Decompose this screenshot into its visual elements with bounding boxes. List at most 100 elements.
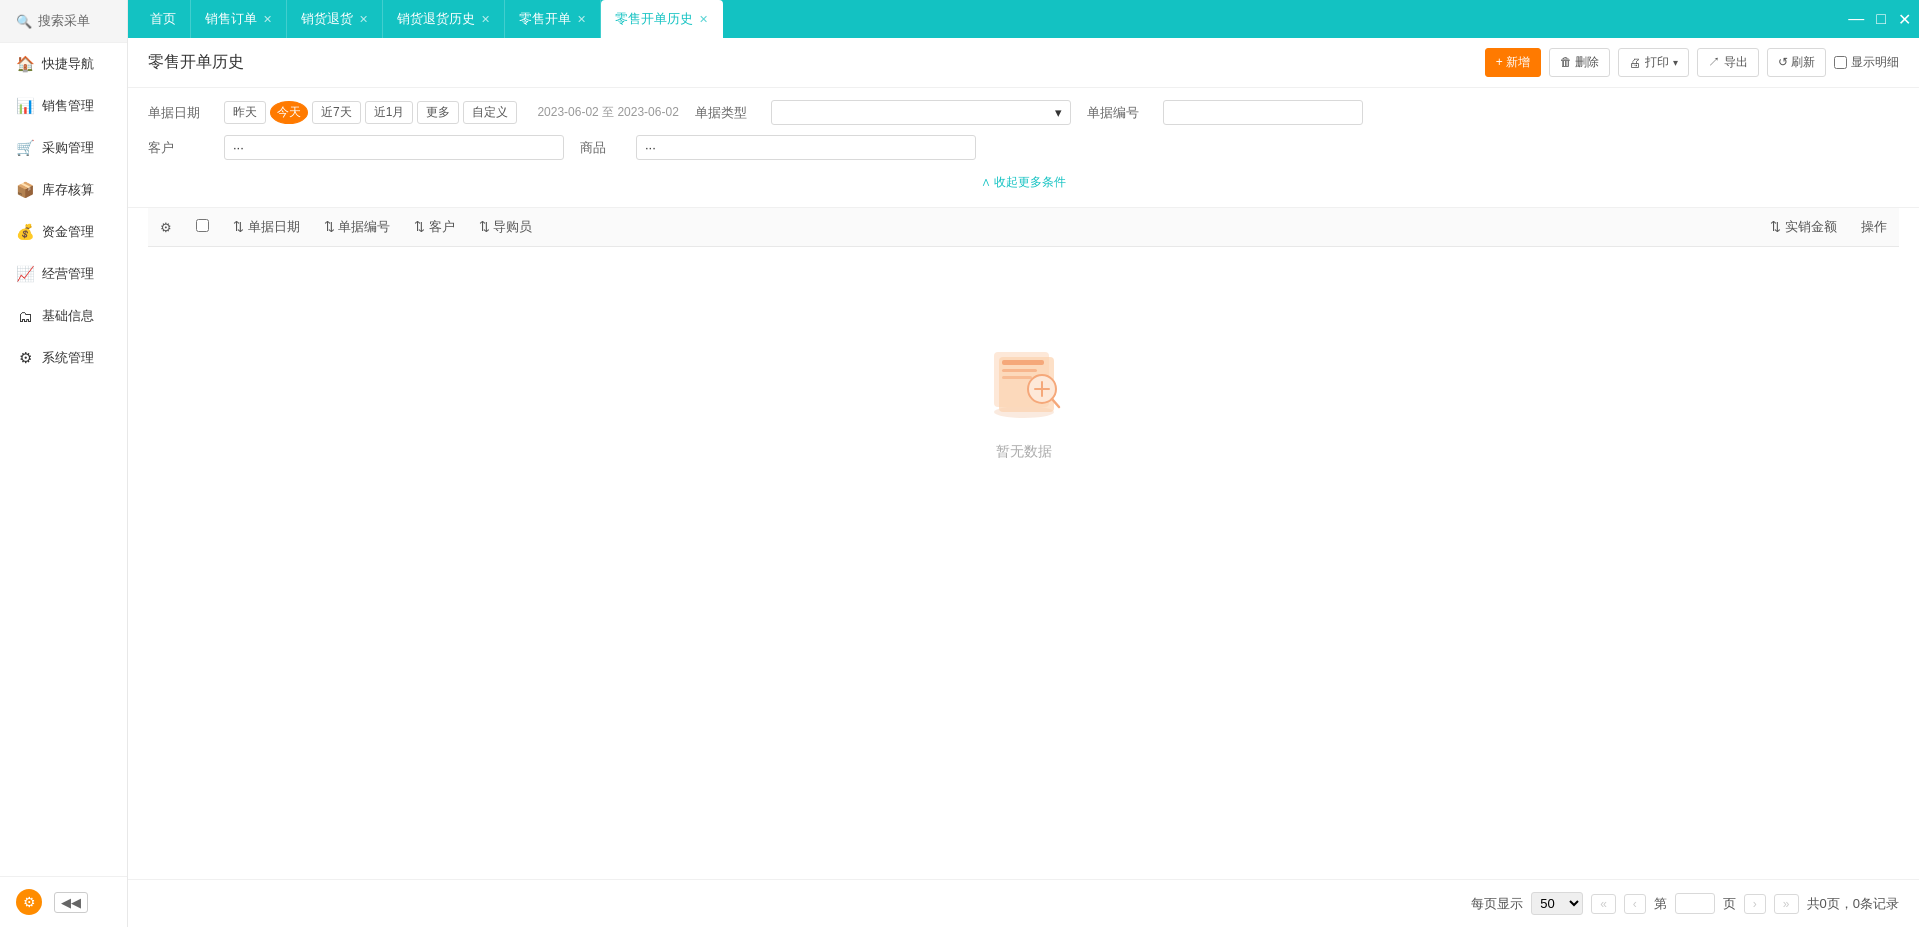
settings-icon: ⚙: [160, 220, 172, 235]
per-page-select[interactable]: 50 10 20 100: [1531, 892, 1583, 915]
product-filter-select[interactable]: ···: [636, 135, 976, 160]
select-all-checkbox[interactable]: [196, 219, 209, 232]
customer-filter-select[interactable]: ···: [224, 135, 564, 160]
sidebar-label-quick-nav: 快捷导航: [42, 55, 94, 73]
tab-label-retail-open: 零售开单: [519, 10, 571, 28]
th-settings[interactable]: ⚙: [148, 208, 184, 247]
add-button[interactable]: + 新增: [1485, 48, 1541, 77]
th-guide[interactable]: ⇅ 导购员: [467, 208, 545, 247]
tab-home[interactable]: 首页: [136, 0, 191, 38]
th-customer[interactable]: ⇅ 客户: [402, 208, 467, 247]
date-btn-自定义[interactable]: 自定义: [463, 101, 517, 124]
tab-retail-open[interactable]: 零售开单 ✕: [505, 0, 601, 38]
tab-sales-return-history[interactable]: 销货退货历史 ✕: [383, 0, 505, 38]
display-detail-checkbox-label[interactable]: 显示明细: [1834, 54, 1899, 71]
filter-row-1: 单据日期 昨天今天近7天近1月更多自定义 2023-06-02 至 2023-0…: [148, 100, 1899, 125]
sidebar-icon-sales-mgmt: 📊: [16, 97, 34, 115]
tab-close-sales-order[interactable]: ✕: [263, 13, 272, 26]
date-filter-label: 单据日期: [148, 104, 208, 122]
date-btn-更多[interactable]: 更多: [417, 101, 459, 124]
data-table: ⚙ ⇅ 单据日期 ⇅ 单据编号 ⇅ 客户: [148, 208, 1899, 247]
filter-area: 单据日期 昨天今天近7天近1月更多自定义 2023-06-02 至 2023-0…: [128, 88, 1919, 208]
collapse-filter-btn[interactable]: ∧ 收起更多条件: [981, 174, 1066, 191]
table-area: ⚙ ⇅ 单据日期 ⇅ 单据编号 ⇅ 客户: [128, 208, 1919, 879]
date-buttons: 昨天今天近7天近1月更多自定义: [224, 101, 517, 124]
product-filter-label: 商品: [580, 139, 620, 157]
sidebar-item-purchase-mgmt[interactable]: 🛒采购管理: [0, 127, 127, 169]
minimize-button[interactable]: —: [1848, 10, 1864, 28]
sidebar-item-quick-nav[interactable]: 🏠 快捷导航: [0, 43, 127, 85]
sidebar-nav: 🏠 快捷导航 📊 销售管理 🛒采购管理📦库存核算💰资金管理📈经营管理🗂基础信息⚙系统管理: [0, 43, 127, 876]
sidebar-label-finance-mgmt: 资金管理: [42, 223, 94, 241]
sidebar-label-ops-mgmt: 经营管理: [42, 265, 94, 283]
tab-sales-order[interactable]: 销售订单 ✕: [191, 0, 287, 38]
tab-close-retail-open-history[interactable]: ✕: [699, 13, 708, 26]
refresh-button[interactable]: ↺ 刷新: [1767, 48, 1826, 77]
tab-label-sales-return: 销货退货: [301, 10, 353, 28]
empty-icon: [974, 327, 1074, 427]
sidebar-item-sales-mgmt[interactable]: 📊 销售管理: [0, 85, 127, 127]
sidebar-icon-inventory: 📦: [16, 181, 34, 199]
th-order-no[interactable]: ⇅ 单据编号: [312, 208, 403, 247]
sidebar-item-sys-mgmt[interactable]: ⚙系统管理: [0, 337, 127, 379]
date-btn-近7天[interactable]: 近7天: [312, 101, 361, 124]
sidebar-icon-sys-mgmt: ⚙: [16, 349, 34, 367]
sidebar-search[interactable]: 🔍 搜索采单: [0, 0, 127, 43]
page-header: 零售开单历史 + 新增 🗑 删除 🖨 打印 ▾ ↗ 导出 ↺ 刷新 显示明细: [128, 38, 1919, 88]
th-order-no-label: ⇅ 单据编号: [324, 219, 391, 234]
tab-label-retail-open-history: 零售开单历史: [615, 10, 693, 28]
th-guide-label: ⇅ 导购员: [479, 219, 533, 234]
date-btn-今天[interactable]: 今天: [270, 101, 308, 124]
page-title: 零售开单历史: [148, 52, 244, 73]
content-area: 零售开单历史 + 新增 🗑 删除 🖨 打印 ▾ ↗ 导出 ↺ 刷新 显示明细: [128, 38, 1919, 927]
export-button[interactable]: ↗ 导出: [1697, 48, 1758, 77]
order-no-filter-label: 单据编号: [1087, 104, 1147, 122]
window-controls: — □ ✕: [1848, 10, 1911, 29]
first-page-button[interactable]: «: [1591, 894, 1616, 914]
next-page-button[interactable]: ›: [1744, 894, 1766, 914]
collapse-sidebar-button[interactable]: ◀◀: [54, 892, 88, 913]
tab-label-sales-return-history: 销货退货历史: [397, 10, 475, 28]
page-number-input[interactable]: 1: [1675, 893, 1715, 914]
tab-close-sales-return[interactable]: ✕: [359, 13, 368, 26]
page-label: 第: [1654, 895, 1667, 913]
sidebar-item-inventory[interactable]: 📦库存核算: [0, 169, 127, 211]
order-no-filter-input[interactable]: [1163, 100, 1363, 125]
sidebar-icon-purchase-mgmt: 🛒: [16, 139, 34, 157]
th-checkbox[interactable]: [184, 208, 221, 247]
print-button[interactable]: 🖨 打印 ▾: [1618, 48, 1689, 77]
sidebar: 🔍 搜索采单 🏠 快捷导航 📊 销售管理 🛒采购管理📦库存核算💰资金管理📈经营管理🗂基础…: [0, 0, 128, 927]
date-range-display: 2023-06-02 至 2023-06-02: [537, 104, 678, 121]
print-dropdown-icon: ▾: [1673, 57, 1678, 68]
empty-text: 暂无数据: [996, 443, 1052, 461]
type-filter-select[interactable]: ▾: [771, 100, 1071, 125]
svg-rect-4: [1002, 369, 1037, 372]
date-btn-近1月[interactable]: 近1月: [365, 101, 414, 124]
sidebar-label-basic-info: 基础信息: [42, 307, 94, 325]
tab-sales-return[interactable]: 销货退货 ✕: [287, 0, 383, 38]
delete-button[interactable]: 🗑 删除: [1549, 48, 1610, 77]
tab-close-sales-return-history[interactable]: ✕: [481, 13, 490, 26]
maximize-button[interactable]: □: [1876, 10, 1886, 28]
sidebar-icon-quick-nav: 🏠: [16, 55, 34, 73]
close-button[interactable]: ✕: [1898, 10, 1911, 29]
th-action-label: 操作: [1861, 219, 1887, 234]
tab-label-sales-order: 销售订单: [205, 10, 257, 28]
tab-retail-open-history[interactable]: 零售开单历史 ✕: [601, 0, 723, 38]
type-select-arrow: ▾: [1055, 105, 1062, 120]
th-amount[interactable]: ⇅ 实销金额: [1758, 208, 1849, 247]
tab-close-retail-open[interactable]: ✕: [577, 13, 586, 26]
tab-label-home: 首页: [150, 10, 176, 28]
page-suffix: 页: [1723, 895, 1736, 913]
date-btn-昨天[interactable]: 昨天: [224, 101, 266, 124]
sidebar-item-basic-info[interactable]: 🗂基础信息: [0, 295, 127, 337]
settings-button[interactable]: ⚙: [16, 889, 42, 915]
prev-page-button[interactable]: ‹: [1624, 894, 1646, 914]
sidebar-item-finance-mgmt[interactable]: 💰资金管理: [0, 211, 127, 253]
sidebar-label-sales-mgmt: 销售管理: [42, 97, 94, 115]
sidebar-item-ops-mgmt[interactable]: 📈经营管理: [0, 253, 127, 295]
th-date[interactable]: ⇅ 单据日期: [221, 208, 312, 247]
total-info: 共0页，0条记录: [1807, 895, 1899, 913]
last-page-button[interactable]: »: [1774, 894, 1799, 914]
display-detail-checkbox[interactable]: [1834, 56, 1847, 69]
